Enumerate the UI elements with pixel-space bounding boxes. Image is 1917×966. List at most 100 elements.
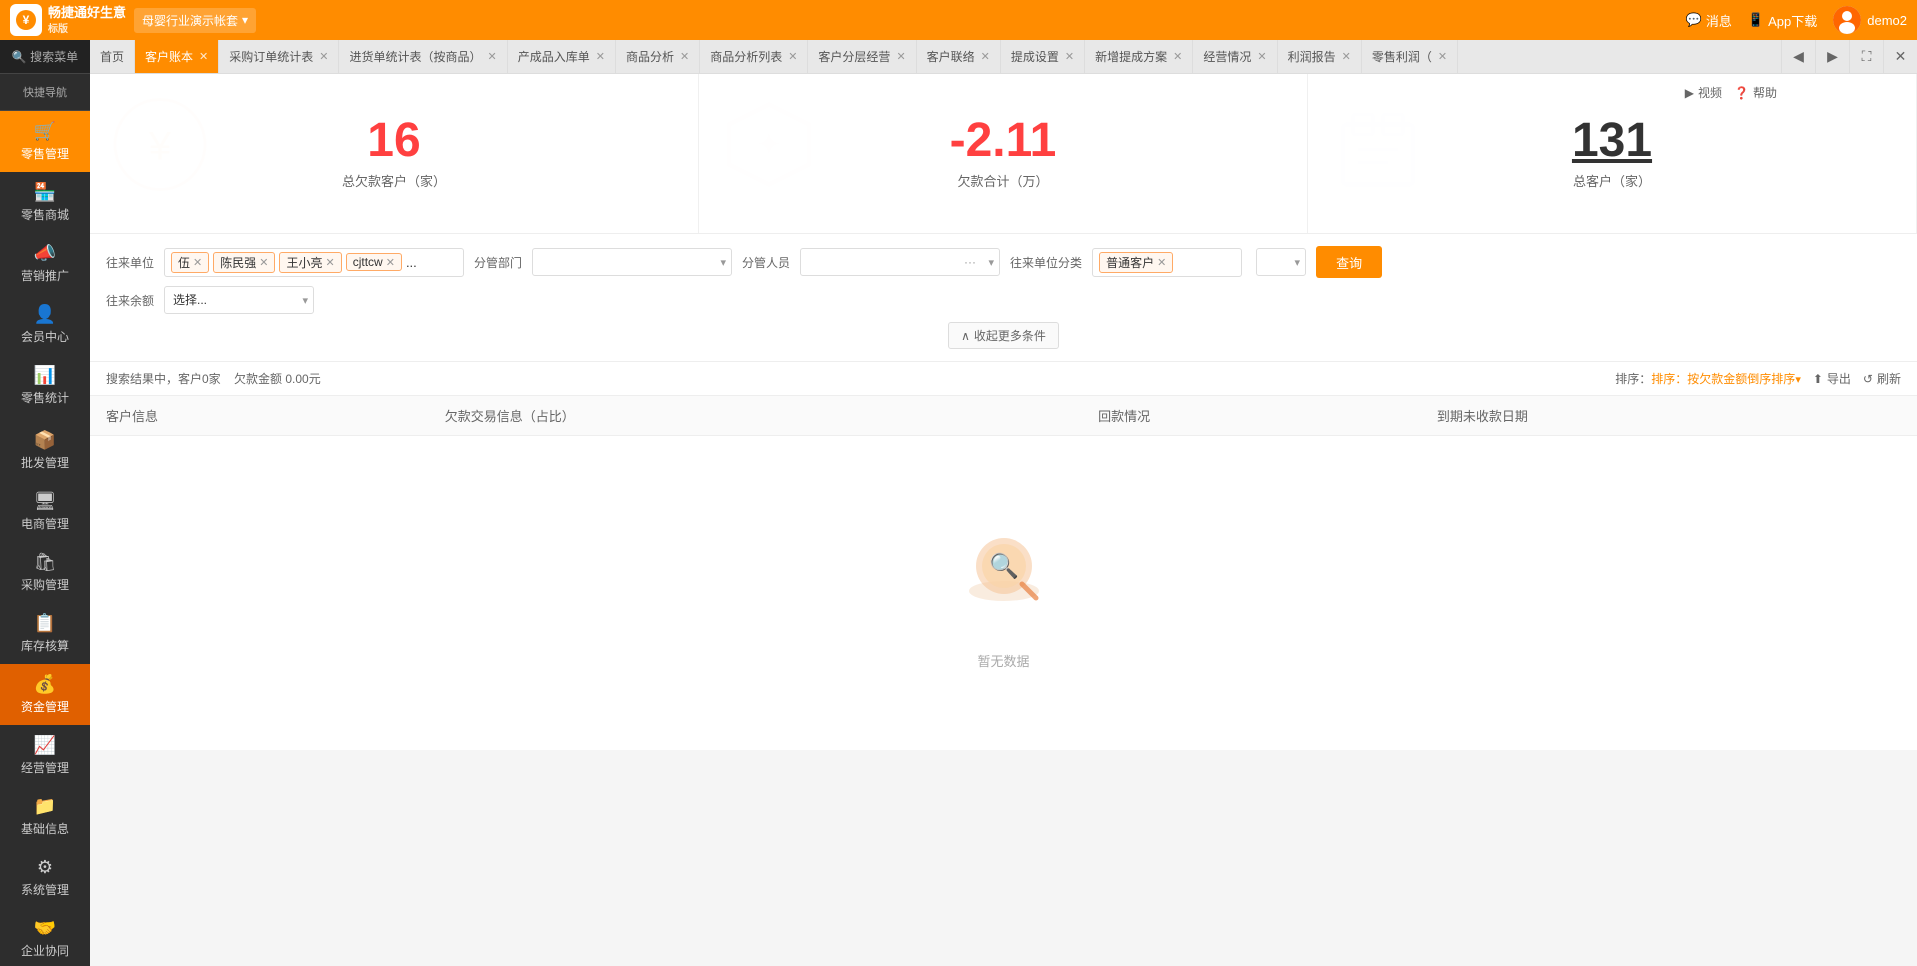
tab-product-analysis-list-label: 商品分析列表 xyxy=(710,48,782,65)
unit-tag-3[interactable]: 王小亮 ✕ xyxy=(279,252,341,273)
page-content: ¥ 16 总欠款客户（家） ✦ xyxy=(90,74,1917,966)
sidebar-item-inventory[interactable]: 📋 库存核算 xyxy=(0,603,90,664)
tab-profit-report[interactable]: 利润报告 ✕ xyxy=(1278,40,1362,74)
tab-segments-close[interactable]: ✕ xyxy=(896,50,905,63)
tab-maximize-btn[interactable]: ⛶ xyxy=(1849,40,1883,74)
stat-label-total: 总客户（家） xyxy=(1573,171,1651,190)
tab-business-close[interactable]: ✕ xyxy=(1257,50,1266,63)
tab-close-all-btn[interactable]: ✕ xyxy=(1883,40,1917,74)
results-actions: 排序：排序：按欠款金额倒序排序▾ ⬆ 导出 ↺ 刷新 xyxy=(1615,370,1901,387)
search-menu-btn[interactable]: 🔍 搜索菜单 xyxy=(0,40,90,74)
query-button[interactable]: 查询 xyxy=(1316,246,1382,278)
unit-tag-2[interactable]: 陈民强 ✕ xyxy=(213,252,275,273)
tab-customer-segments[interactable]: 客户分层经营 ✕ xyxy=(808,40,916,74)
tab-promotion-settings[interactable]: 提成设置 ✕ xyxy=(1001,40,1085,74)
doc-help-btn[interactable]: ❓ 帮助 xyxy=(1734,84,1777,101)
sidebar-item-retail-mall[interactable]: 🏪 零售商城 xyxy=(0,172,90,233)
sidebar-item-member[interactable]: 👤 会员中心 xyxy=(0,294,90,355)
tab-promotion-close[interactable]: ✕ xyxy=(1065,50,1074,63)
sidebar-item-operations[interactable]: 📈 经营管理 xyxy=(0,725,90,786)
collapse-btn[interactable]: ∧ 收起更多条件 xyxy=(948,322,1059,349)
sidebar-item-marketing[interactable]: 📣 营销推广 xyxy=(0,233,90,294)
dept-select-wrapper xyxy=(532,248,732,276)
message-btn[interactable]: 💬 消息 xyxy=(1686,11,1732,30)
sidebar-item-purchase[interactable]: 🛍 采购管理 xyxy=(0,542,90,603)
unit-tag-more[interactable]: ... xyxy=(406,255,417,270)
sidebar-item-ecommerce[interactable]: 🖥 电商管理 xyxy=(0,481,90,542)
table-header-row: 客户信息 欠款交易信息（占比） 回款情况 到期未收款日期 xyxy=(90,396,1917,436)
balance-select[interactable]: 选择... xyxy=(164,286,314,314)
quick-nav[interactable]: 快捷导航 xyxy=(0,74,90,111)
unit-type-tag-close[interactable]: ✕ xyxy=(1157,256,1166,269)
refresh-icon: ↺ xyxy=(1863,372,1873,386)
app-download-btn[interactable]: 📱 App下载 xyxy=(1748,11,1817,30)
unit-tag-3-close[interactable]: ✕ xyxy=(326,256,335,269)
filter-row-2: 往来余额 选择... xyxy=(106,286,1901,314)
tab-product-analysis-list[interactable]: 商品分析列表 ✕ xyxy=(700,40,808,74)
tab-profit-close[interactable]: ✕ xyxy=(1342,50,1351,63)
message-icon: 💬 xyxy=(1686,12,1702,28)
sidebar-item-system[interactable]: ⚙ 系统管理 xyxy=(0,847,90,908)
stat-block-debt: ✦ -2.11 欠款合计（万） xyxy=(699,74,1308,233)
video-help-btn[interactable]: ▶ 视频 xyxy=(1685,84,1722,101)
unit-type-tags[interactable]: 普通客户 ✕ xyxy=(1092,248,1242,277)
retail-mall-icon: 🏪 xyxy=(34,182,56,203)
tab-produce-in[interactable]: 产成品入库单 ✕ xyxy=(508,40,616,74)
unit-tag-1[interactable]: 伍 ✕ xyxy=(171,252,209,273)
refresh-btn[interactable]: ↺ 刷新 xyxy=(1863,370,1901,387)
unit-type-tag-1[interactable]: 普通客户 ✕ xyxy=(1099,252,1173,273)
tab-new-plan-close[interactable]: ✕ xyxy=(1173,50,1182,63)
tab-stock-close[interactable]: ✕ xyxy=(488,50,497,63)
unit-tag-2-close[interactable]: ✕ xyxy=(259,256,268,269)
play-icon: ▶ xyxy=(1685,86,1694,100)
app-container: ¥ 畅捷通好生意 标版 母婴行业演示帐套 ▾ 💬 消息 📱 App下载 xyxy=(0,0,1917,966)
tab-prev-btn[interactable]: ◀ xyxy=(1781,40,1815,74)
dept-input[interactable] xyxy=(532,248,732,276)
operations-icon: 📈 xyxy=(34,735,56,756)
sort-link[interactable]: 排序：按欠款金额倒序排序 xyxy=(1651,372,1795,386)
sidebar-item-retail-stats[interactable]: 📊 零售统计 xyxy=(0,355,90,416)
tab-product-list-close[interactable]: ✕ xyxy=(788,50,797,63)
unit-type-select[interactable] xyxy=(1256,248,1306,276)
tab-business-status[interactable]: 经营情况 ✕ xyxy=(1193,40,1277,74)
unit-filter-tags[interactable]: 伍 ✕ 陈民强 ✕ 王小亮 ✕ xyxy=(164,248,464,277)
sidebar-item-finance[interactable]: 💰 资金管理 xyxy=(0,664,90,725)
tab-customers-close[interactable]: ✕ xyxy=(199,50,208,63)
tab-stock-stats-label: 进货单统计表（按商品） xyxy=(349,48,481,65)
tab-new-plan[interactable]: 新增提成方案 ✕ xyxy=(1085,40,1193,74)
debt-amount-label: 欠款金额 0.00元 xyxy=(234,372,321,386)
top-bar: ¥ 畅捷通好生意 标版 母婴行业演示帐套 ▾ 💬 消息 📱 App下载 xyxy=(0,0,1917,40)
tab-customer-contact[interactable]: 客户联络 ✕ xyxy=(917,40,1001,74)
tab-product-analysis[interactable]: 商品分析 ✕ xyxy=(616,40,700,74)
col-debt-info: 欠款交易信息（占比） xyxy=(429,396,1082,436)
user-menu[interactable]: demo2 xyxy=(1833,6,1907,34)
tab-new-plan-label: 新增提成方案 xyxy=(1095,48,1167,65)
table-header: 客户信息 欠款交易信息（占比） 回款情况 到期未收款日期 xyxy=(90,396,1917,436)
sidebar-item-enterprise[interactable]: 🤝 企业协同 xyxy=(0,908,90,966)
tab-retail-profit-close[interactable]: ✕ xyxy=(1438,50,1447,63)
unit-tag-4[interactable]: cjttcw ✕ xyxy=(346,253,402,271)
unit-tag-1-close[interactable]: ✕ xyxy=(193,256,202,269)
tab-purchase-close[interactable]: ✕ xyxy=(319,50,328,63)
unit-tag-4-close[interactable]: ✕ xyxy=(386,256,395,269)
export-btn[interactable]: ⬆ 导出 xyxy=(1813,370,1851,387)
sidebar-item-retail[interactable]: 🛒 零售管理 xyxy=(0,111,90,172)
sidebar-label-purchase: 采购管理 xyxy=(21,576,69,593)
tab-home[interactable]: 首页 xyxy=(90,40,135,74)
tab-customers[interactable]: 客户账本 ✕ xyxy=(135,40,219,74)
balance-label: 往来余额 xyxy=(106,292,154,309)
tab-next-btn[interactable]: ▶ xyxy=(1815,40,1849,74)
tab-produce-close[interactable]: ✕ xyxy=(596,50,605,63)
sidebar-item-wholesale[interactable]: 📦 批发管理 xyxy=(0,420,90,481)
account-selector[interactable]: 母婴行业演示帐套 ▾ xyxy=(134,8,256,33)
wholesale-icon: 📦 xyxy=(34,430,56,451)
quick-nav-label[interactable]: 快捷导航 xyxy=(0,80,90,104)
tab-contact-close[interactable]: ✕ xyxy=(981,50,990,63)
tab-product-analysis-close[interactable]: ✕ xyxy=(680,50,689,63)
sidebar-item-basic-info[interactable]: 📁 基础信息 xyxy=(0,786,90,847)
tab-purchase-orders[interactable]: 采购订单统计表 ✕ xyxy=(219,40,339,74)
tab-promotion-settings-label: 提成设置 xyxy=(1011,48,1059,65)
sidebar-label-operations: 经营管理 xyxy=(21,759,69,776)
tab-stock-stats[interactable]: 进货单统计表（按商品） ✕ xyxy=(339,40,507,74)
tab-retail-profit[interactable]: 零售利润（ ✕ xyxy=(1362,40,1458,74)
